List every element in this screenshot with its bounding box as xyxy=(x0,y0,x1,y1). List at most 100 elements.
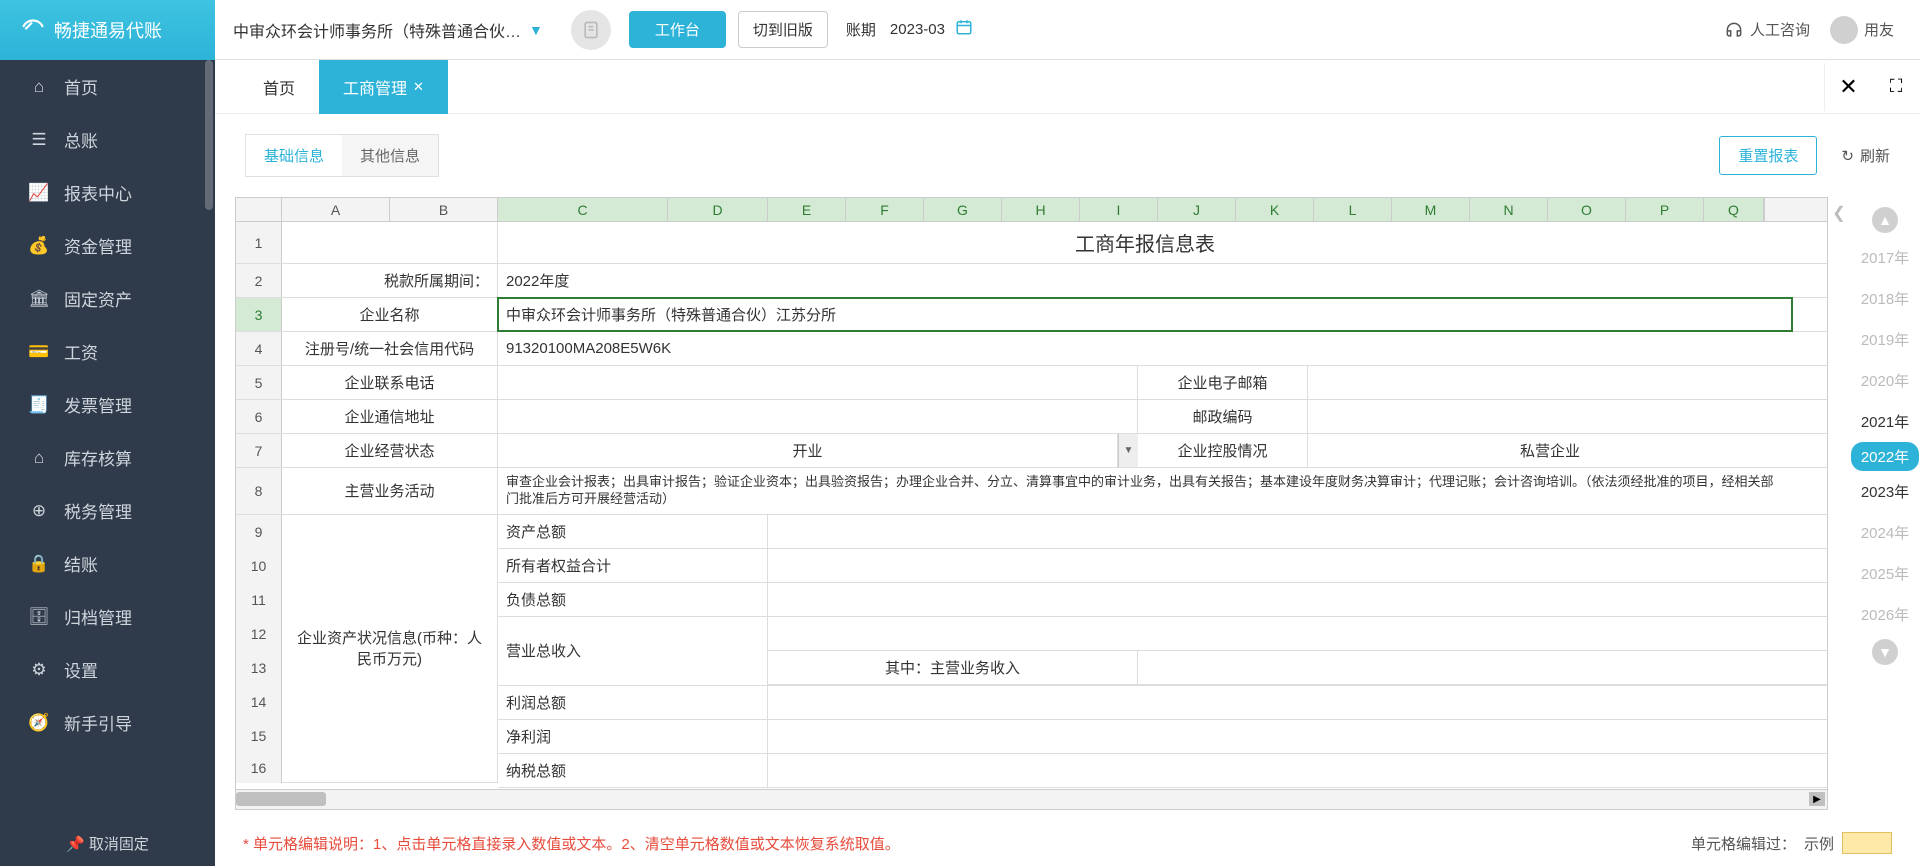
cell-holding-label[interactable]: 企业控股情况 xyxy=(1138,434,1308,467)
col-header-I[interactable]: I xyxy=(1080,198,1158,221)
report-title[interactable]: 工商年报信息表 xyxy=(498,222,1792,263)
unpin-button[interactable]: 📌 取消固定 xyxy=(0,821,215,866)
col-header-O[interactable]: O xyxy=(1548,198,1626,221)
sidebar-item-tax[interactable]: ⊕税务管理 xyxy=(0,484,215,537)
col-header-K[interactable]: K xyxy=(1236,198,1314,221)
row-header[interactable]: 10 xyxy=(236,549,282,583)
cell-phone-value[interactable] xyxy=(498,366,1138,399)
row-header[interactable]: 16 xyxy=(236,753,282,783)
year-option[interactable]: 2017年 xyxy=(1861,237,1909,278)
sidebar-item-settings[interactable]: ⚙设置 xyxy=(0,643,215,696)
row-header[interactable]: 14 xyxy=(236,685,282,719)
refresh-button[interactable]: ↻ 刷新 xyxy=(1841,145,1890,166)
col-header-J[interactable]: J xyxy=(1158,198,1236,221)
year-option[interactable]: 2018年 xyxy=(1861,278,1909,319)
workbench-button[interactable]: 工作台 xyxy=(629,11,726,48)
col-header-N[interactable]: N xyxy=(1470,198,1548,221)
sidebar-item-invoice[interactable]: 🧾发票管理 xyxy=(0,378,215,431)
sidebar-item-reports[interactable]: 📈报表中心 xyxy=(0,166,215,219)
sidebar-item-archive[interactable]: 🗄归档管理 xyxy=(0,590,215,643)
cell-company-value[interactable]: 中审众环会计师事务所（特殊普通合伙）江苏分所 xyxy=(498,298,1792,331)
col-header-M[interactable]: M xyxy=(1392,198,1470,221)
cell-email-value[interactable] xyxy=(1308,366,1792,399)
col-header-P[interactable]: P xyxy=(1626,198,1704,221)
document-icon-button[interactable] xyxy=(571,10,611,50)
row-header[interactable]: 11 xyxy=(236,583,282,617)
year-option[interactable]: 2021年 xyxy=(1861,401,1909,442)
cell-period-label[interactable]: 税款所属期间： xyxy=(282,264,498,297)
collapse-year-panel-icon[interactable]: ❮ xyxy=(1828,197,1850,810)
tab-close-icon[interactable]: ✕ xyxy=(413,79,424,95)
tab-basic-info[interactable]: 基础信息 xyxy=(246,135,342,176)
col-header-L[interactable]: L xyxy=(1314,198,1392,221)
cell-status-value[interactable]: 开业 xyxy=(498,434,1118,467)
year-option[interactable]: 2019年 xyxy=(1861,319,1909,360)
consult-button[interactable]: 人工咨询 xyxy=(1724,19,1810,40)
cell-main-biz-value[interactable]: 审查企业会计报表；出具审计报告；验证企业资本；出具验资报告；办理企业合并、分立、… xyxy=(498,468,1792,514)
col-header-G[interactable]: G xyxy=(924,198,1002,221)
tab-home[interactable]: 首页 xyxy=(239,60,319,114)
cell-period-value[interactable]: 2022年度 xyxy=(498,264,1792,297)
col-header-E[interactable]: E xyxy=(768,198,846,221)
sidebar-item-guide[interactable]: 🧭新手引导 xyxy=(0,696,215,749)
sidebar-item-close[interactable]: 🔒结账 xyxy=(0,537,215,590)
close-all-tabs-button[interactable]: ✕ xyxy=(1824,63,1872,111)
calendar-icon[interactable] xyxy=(955,18,973,41)
row-header[interactable]: 6 xyxy=(236,400,282,433)
sidebar-item-assets[interactable]: 🏛固定资产 xyxy=(0,272,215,325)
scroll-right-icon[interactable]: ▶ xyxy=(1809,792,1825,806)
row-header[interactable]: 8 xyxy=(236,468,282,514)
col-header-H[interactable]: H xyxy=(1002,198,1080,221)
cell-address-label[interactable]: 企业通信地址 xyxy=(282,400,498,433)
switch-old-button[interactable]: 切到旧版 xyxy=(738,11,828,48)
vertical-scrollbar[interactable] xyxy=(1764,198,1784,221)
cell-status-label[interactable]: 企业经营状态 xyxy=(282,434,498,467)
fullscreen-icon[interactable]: ⛶ xyxy=(1872,63,1920,111)
sidebar-item-ledger[interactable]: ☰总账 xyxy=(0,113,215,166)
cell-reg-label[interactable]: 注册号/统一社会信用代码 xyxy=(282,332,498,365)
cell-email-label[interactable]: 企业电子邮箱 xyxy=(1138,366,1308,399)
user-menu[interactable]: 用友 xyxy=(1830,16,1894,44)
dropdown-icon[interactable]: ▼ xyxy=(1118,434,1138,467)
sidebar-scrollbar[interactable] xyxy=(205,60,213,210)
select-all-corner[interactable] xyxy=(236,198,282,221)
year-option[interactable]: 2023年 xyxy=(1861,471,1909,512)
row-header[interactable]: 13 xyxy=(236,651,282,685)
year-option[interactable]: 2024年 xyxy=(1861,512,1909,553)
col-header-Q[interactable]: Q xyxy=(1704,198,1764,221)
cell-holding-value[interactable]: 私营企业 xyxy=(1308,434,1792,467)
row-header[interactable]: 3 xyxy=(236,298,282,331)
col-header-C[interactable]: C xyxy=(498,198,668,221)
year-option-active[interactable]: 2022年 xyxy=(1851,442,1919,471)
row-header[interactable]: 7 xyxy=(236,434,282,467)
grid-body[interactable]: 1 工商年报信息表 2 税款所属期间： 2022年度 3 企业名称 中审众 xyxy=(236,222,1827,789)
year-option[interactable]: 2020年 xyxy=(1861,360,1909,401)
cell-phone-label[interactable]: 企业联系电话 xyxy=(282,366,498,399)
cell-reg-value[interactable]: 91320100MA208E5W6K xyxy=(498,332,1792,365)
year-down-icon[interactable]: ▼ xyxy=(1872,639,1898,665)
cell-main-biz-label[interactable]: 主营业务活动 xyxy=(282,468,498,514)
tab-other-info[interactable]: 其他信息 xyxy=(342,135,438,176)
col-header-F[interactable]: F xyxy=(846,198,924,221)
row-header[interactable]: 12 xyxy=(236,617,282,651)
row-header[interactable]: 4 xyxy=(236,332,282,365)
row-header[interactable]: 2 xyxy=(236,264,282,297)
cell-zip-value[interactable] xyxy=(1308,400,1792,433)
scrollbar-thumb[interactable] xyxy=(236,792,326,806)
col-header-A[interactable]: A xyxy=(282,198,390,221)
cell-asset-group-label[interactable]: 企业资产状况信息(币种：人民币万元) xyxy=(282,515,498,783)
sidebar-item-salary[interactable]: 💳工资 xyxy=(0,325,215,378)
year-option[interactable]: 2026年 xyxy=(1861,594,1909,635)
horizontal-scrollbar[interactable]: ▶ xyxy=(236,789,1827,809)
cell-company-label[interactable]: 企业名称 xyxy=(282,298,498,331)
year-option[interactable]: 2025年 xyxy=(1861,553,1909,594)
tab-business-admin[interactable]: 工商管理 ✕ xyxy=(319,60,448,114)
sidebar-item-funds[interactable]: 💰资金管理 xyxy=(0,219,215,272)
company-selector[interactable]: 中审众环会计师事务所（特殊普通合伙… ▼ xyxy=(215,18,561,42)
sidebar-item-inventory[interactable]: ⌂库存核算 xyxy=(0,431,215,484)
sidebar-item-home[interactable]: ⌂首页 xyxy=(0,60,215,113)
row-header[interactable]: 9 xyxy=(236,515,282,549)
year-up-icon[interactable]: ▲ xyxy=(1872,207,1898,233)
col-header-D[interactable]: D xyxy=(668,198,768,221)
spreadsheet[interactable]: A B C D E F G H I J K L M N O P Q xyxy=(235,197,1828,810)
